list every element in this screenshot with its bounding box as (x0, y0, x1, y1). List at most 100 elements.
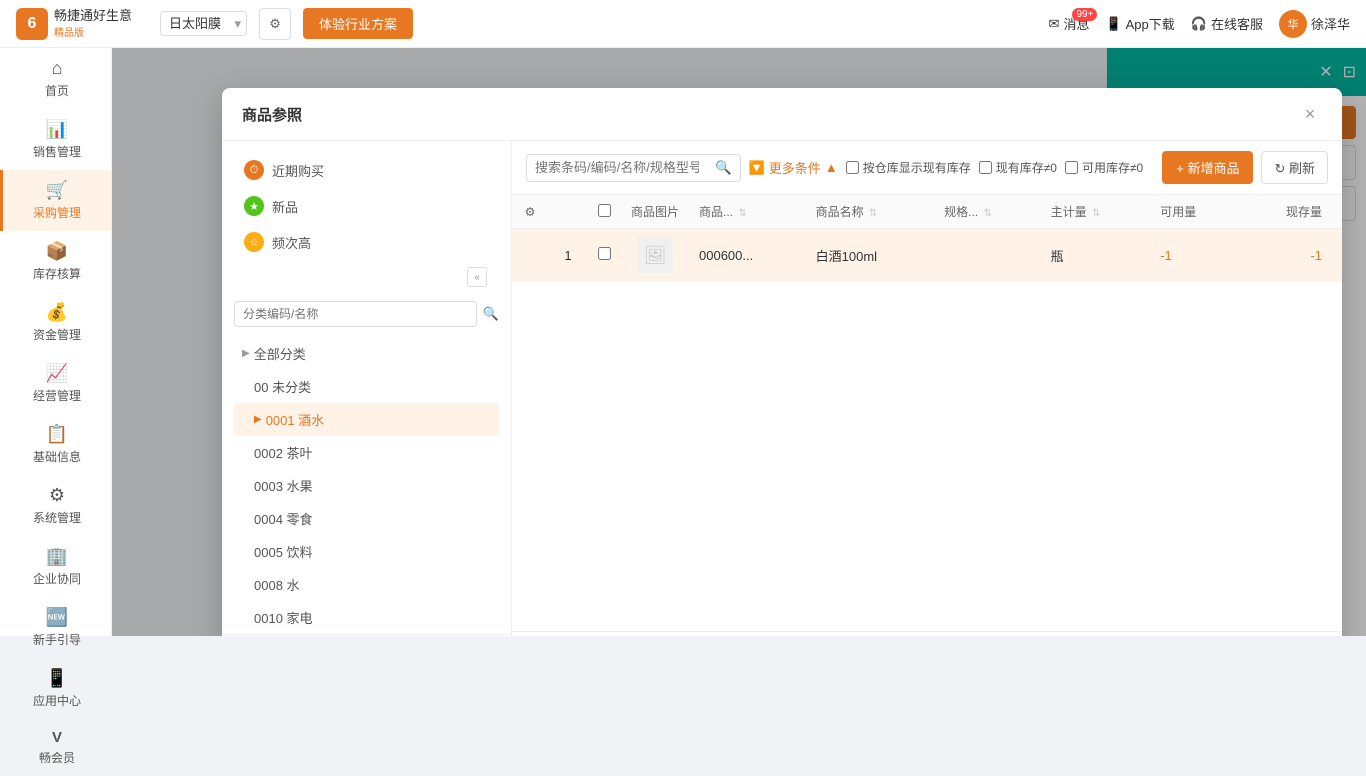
stock-icon: 📦 (46, 241, 68, 262)
sidebar-item-purchase[interactable]: 🛒 采购管理 (0, 170, 111, 231)
tree-item-0001[interactable]: ▶ 0001 酒水 (234, 403, 499, 436)
sidebar-item-basic[interactable]: 📋 基础信息 (0, 414, 111, 475)
apps-icon: 📱 (46, 668, 68, 689)
product-table: ⚙ 商品图片 商品... (512, 195, 1342, 282)
tree-item-0005[interactable]: 0005 饮料 (234, 535, 499, 568)
sidebar-item-operation[interactable]: 📈 经营管理 (0, 353, 111, 414)
new-tab[interactable]: ★ 新品 (234, 189, 499, 223)
store-select[interactable]: 日太阳膜 (160, 11, 247, 36)
category-tree: ▶ 全部分类 00 未分类 ▶ 0001 酒水 0002 茶叶 (222, 337, 511, 634)
warehouse-stock-label: 按仓库显示现有库存 (863, 159, 971, 176)
table-row[interactable]: 1 🖼 000600... 白酒100ml (512, 229, 1342, 282)
filter-icon: 🔽 (749, 160, 765, 176)
basic-icon: 📋 (46, 424, 68, 445)
tree-label-0010: 0010 家电 (254, 608, 313, 627)
app-icon: 📱 (1105, 16, 1121, 32)
enterprise-icon: 🏢 (46, 546, 68, 567)
user-menu[interactable]: 华 徐泽华 (1279, 10, 1350, 38)
sidebar: ⌂ 首页 📊 销售管理 🛒 采购管理 📦 库存核算 💰 资金管理 📈 经营管理 … (0, 48, 112, 636)
sidebar-item-enterprise[interactable]: 🏢 企业协同 (0, 536, 111, 597)
collapse-left-button[interactable]: « (467, 267, 487, 287)
add-product-button[interactable]: + 新增商品 (1162, 151, 1253, 184)
col-unit[interactable]: 主计量 ⇅ (1041, 195, 1151, 229)
available-stock-label: 现有库存≠0 (996, 159, 1057, 176)
more-filter-button[interactable]: 🔽 更多条件 ▲ (749, 158, 838, 177)
tree-item-all[interactable]: ▶ 全部分类 (234, 337, 499, 370)
sidebar-item-stock[interactable]: 📦 库存核算 (0, 231, 111, 292)
sidebar-label-purchase: 采购管理 (33, 204, 81, 221)
tree-item-0010[interactable]: 0010 家电 (234, 601, 499, 634)
pagination: 每页显示 50 « ‹ 第 页 › » 共1页，1条记录 (512, 631, 1342, 636)
avatar: 华 (1279, 10, 1307, 38)
refresh-button[interactable]: ↻ 刷新 (1261, 151, 1328, 184)
tree-label-0005: 0005 饮料 (254, 542, 313, 561)
product-image: 🖼 (637, 237, 673, 273)
sidebar-item-sales[interactable]: 📊 销售管理 (0, 109, 111, 170)
tree-item-0002[interactable]: 0002 茶叶 (234, 436, 499, 469)
col-settings[interactable]: ⚙ (512, 195, 548, 229)
sidebar-item-finance[interactable]: 💰 资金管理 (0, 292, 111, 353)
row-avail: -1 (1150, 229, 1238, 282)
new-icon: ★ (244, 196, 264, 216)
sales-icon: 📊 (46, 119, 68, 140)
freq-icon: ☆ (244, 232, 264, 252)
product-search-input[interactable] (527, 155, 707, 180)
col-code[interactable]: 商品... ⇅ (689, 195, 806, 229)
layout: ⌂ 首页 📊 销售管理 🛒 采购管理 📦 库存核算 💰 资金管理 📈 经营管理 … (0, 48, 1366, 636)
col-spec[interactable]: 规格... ⇅ (934, 195, 1040, 229)
quick-tabs: ⏱ 近期购买 ★ 新品 ☆ 频次高 (222, 153, 511, 259)
tree-label-0008: 0008 水 (254, 575, 300, 594)
row-check[interactable] (588, 229, 621, 282)
warehouse-stock-checkbox[interactable] (846, 161, 859, 174)
app-label: App下载 (1126, 14, 1175, 33)
col-stock: 现存量 (1238, 195, 1342, 229)
sidebar-label-system: 系统管理 (33, 509, 81, 526)
modal-close-button[interactable]: × (1298, 102, 1322, 126)
customer-service-button[interactable]: 🎧 在线客服 (1191, 14, 1263, 33)
brand-logo: 6 (16, 8, 48, 40)
tree-item-0008[interactable]: 0008 水 (234, 568, 499, 601)
usable-stock-checkbox[interactable] (1065, 161, 1078, 174)
member-icon: V (52, 729, 62, 746)
new-label: 新品 (272, 197, 298, 216)
select-all-checkbox[interactable] (598, 204, 611, 217)
category-search-row: 🔍 (222, 301, 511, 327)
modal-header: 商品参照 × (222, 88, 1342, 141)
sidebar-item-apps[interactable]: 📱 应用中心 (0, 658, 111, 719)
message-button[interactable]: ✉ 消息 99+ (1049, 14, 1090, 33)
available-stock-checkbox-label[interactable]: 现有库存≠0 (979, 159, 1057, 176)
usable-stock-checkbox-label[interactable]: 可用库存≠0 (1065, 159, 1143, 176)
finance-icon: 💰 (46, 302, 68, 323)
col-avail: 可用量 (1150, 195, 1238, 229)
trial-button[interactable]: 体验行业方案 (303, 8, 413, 39)
store-select-wrap[interactable]: 日太阳膜 (144, 11, 247, 36)
freq-tab[interactable]: ☆ 频次高 (234, 225, 499, 259)
system-icon: ⚙ (49, 485, 65, 506)
recent-tab[interactable]: ⏱ 近期购买 (234, 153, 499, 187)
category-search-input[interactable] (234, 301, 477, 327)
modal-title: 商品参照 (242, 104, 1298, 125)
warehouse-stock-checkbox-label[interactable]: 按仓库显示现有库存 (846, 159, 971, 176)
available-stock-checkbox[interactable] (979, 161, 992, 174)
sidebar-item-system[interactable]: ⚙ 系统管理 (0, 475, 111, 536)
gear-button[interactable]: ⚙ (259, 8, 291, 40)
sidebar-item-home[interactable]: ⌂ 首页 (0, 48, 111, 109)
tree-item-0003[interactable]: 0003 水果 (234, 469, 499, 502)
tree-item-00[interactable]: 00 未分类 (234, 370, 499, 403)
tree-label-0003: 0003 水果 (254, 476, 313, 495)
row-checkbox[interactable] (598, 247, 611, 260)
sidebar-label-operation: 经营管理 (33, 387, 81, 404)
freq-label: 频次高 (272, 233, 311, 252)
sidebar-item-member[interactable]: V 畅会员 (0, 719, 111, 776)
product-search-button[interactable]: 🔍 (707, 155, 740, 181)
category-search-icon[interactable]: 🔍 (483, 306, 499, 322)
tree-item-0004[interactable]: 0004 零食 (234, 502, 499, 535)
tree-label-0001: 0001 酒水 (266, 410, 325, 429)
app-download-button[interactable]: 📱 App下载 (1105, 14, 1174, 33)
recent-icon: ⏱ (244, 160, 264, 180)
navbar: 6 畅捷通好生意 精品版 日太阳膜 ⚙ 体验行业方案 ✉ 消息 99+ 📱 Ap… (0, 0, 1366, 48)
sidebar-item-guide[interactable]: 🆕 新手引导 (0, 597, 111, 658)
col-name[interactable]: 商品名称 ⇅ (806, 195, 934, 229)
name-sort-icon: ⇅ (869, 208, 877, 219)
row-stock: -1 (1238, 229, 1342, 282)
